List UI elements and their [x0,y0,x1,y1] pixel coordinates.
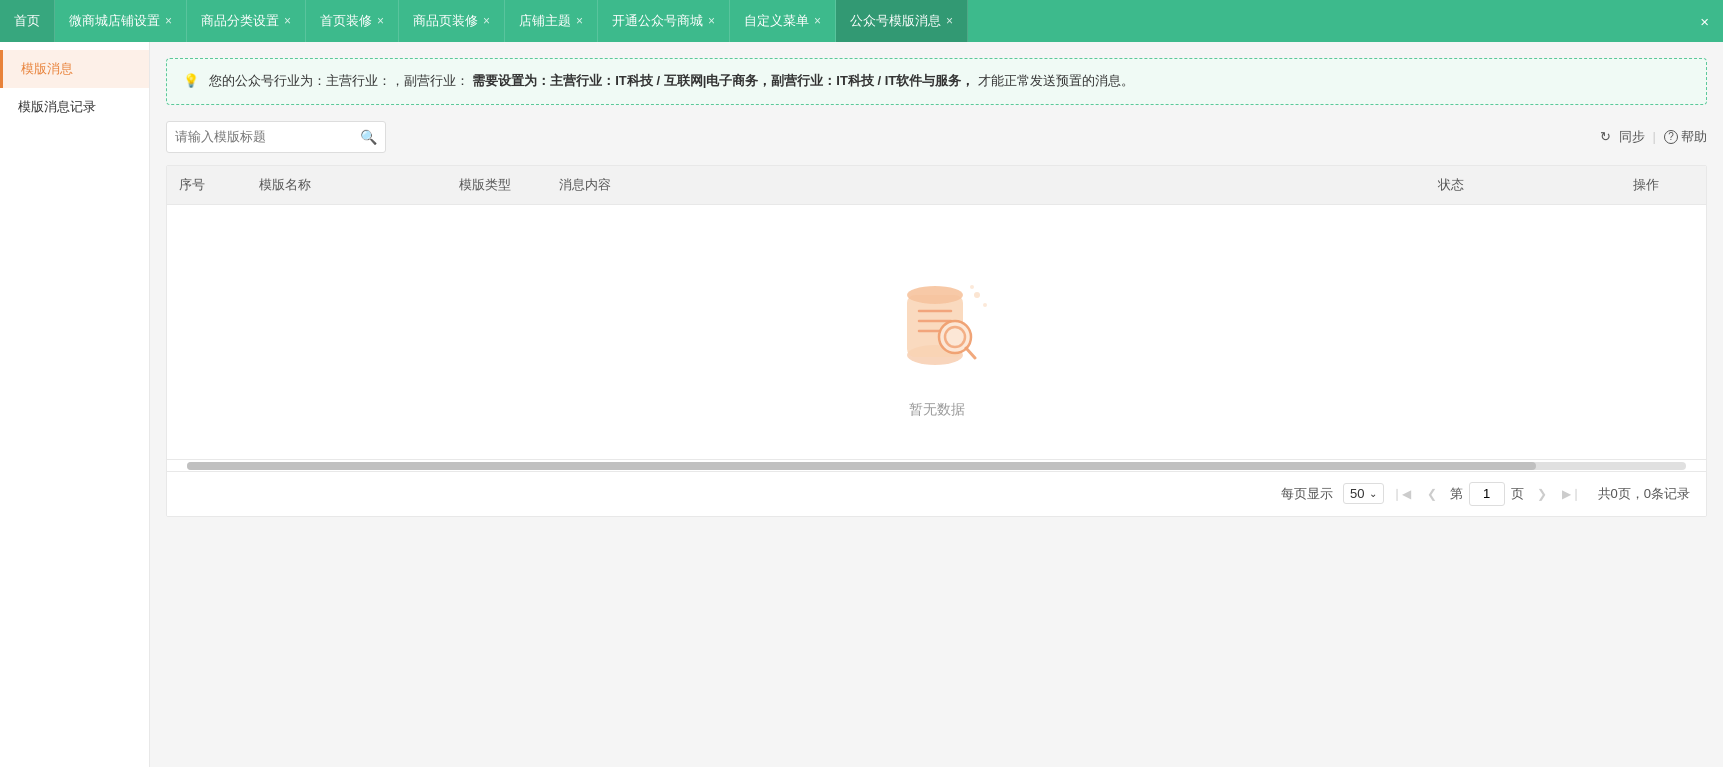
first-page-button[interactable]: ❘◀ [1390,482,1414,506]
svg-point-10 [983,303,987,307]
sidebar-item-template-records[interactable]: 模版消息记录 [0,88,149,126]
svg-point-2 [907,286,963,304]
sidebar-item-template-msg-label: 模版消息 [21,61,73,76]
nav-tab-template-msg[interactable]: 公众号模版消息 × [836,0,968,42]
nav-tab-home[interactable]: 首页 [0,0,55,42]
th-seq: 序号 [167,166,247,204]
pagination: 每页显示 50 ⌄ ❘◀ ❮ 第 页 ❯ ▶❘ 共0页，0条记录 [167,471,1706,516]
sync-label[interactable]: 同步 [1619,128,1645,146]
content-area: 💡 您的公众号行业为：主营行业：，副营行业： 需要设置为：主营行业：IT科技 /… [150,42,1723,767]
page-size-value: 50 [1350,486,1364,501]
nav-tab-homepage-deco-label: 首页装修 [320,12,372,30]
th-content: 消息内容 [547,166,1426,204]
nav-tab-product-cat-label: 商品分类设置 [201,12,279,30]
help-link[interactable]: ? 帮助 [1664,128,1707,146]
th-status: 状态 [1426,166,1586,204]
sidebar-item-template-records-label: 模版消息记录 [18,99,96,114]
page-size-chevron-icon: ⌄ [1369,488,1377,499]
help-circle-icon: ? [1664,130,1678,144]
sidebar: 模版消息 模版消息记录 [0,42,150,767]
close-wechat-shop-icon[interactable]: × [165,14,172,28]
search-icon[interactable]: 🔍 [360,129,377,145]
next-page-button[interactable]: ❯ [1530,482,1554,506]
nav-tab-product-cat[interactable]: 商品分类设置 × [187,0,306,42]
close-all-button[interactable]: × [1686,0,1723,42]
th-action: 操作 [1586,166,1706,204]
nav-tab-open-mall-label: 开通公众号商城 [612,12,703,30]
notice-text-suffix: 才能正常发送预置的消息。 [978,73,1134,88]
notice-text-prefix: 您的公众号行业为：主营行业：，副营行业： [209,73,469,88]
empty-text: 暂无数据 [909,401,965,419]
nav-tab-shop-theme[interactable]: 店铺主题 × [505,0,598,42]
top-navigation: 首页 微商城店铺设置 × 商品分类设置 × 首页装修 × 商品页装修 × 店铺主… [0,0,1723,42]
nav-tab-shop-theme-label: 店铺主题 [519,12,571,30]
prev-page-button[interactable]: ❮ [1420,482,1444,506]
horizontal-scrollbar[interactable] [167,459,1706,471]
close-template-msg-icon[interactable]: × [946,14,953,28]
main-layout: 模版消息 模版消息记录 💡 您的公众号行业为：主营行业：，副营行业： 需要设置为… [0,42,1723,767]
scrollbar-thumb[interactable] [187,462,1536,470]
th-name: 模版名称 [247,166,447,204]
page-size-select[interactable]: 50 ⌄ [1343,483,1383,504]
close-all-icon: × [1700,13,1709,30]
table-header: 序号 模版名称 模版类型 消息内容 状态 操作 [167,166,1706,205]
close-custom-menu-icon[interactable]: × [814,14,821,28]
nav-tab-product-deco[interactable]: 商品页装修 × [399,0,505,42]
divider: | [1653,129,1656,144]
notice-highlight: 需要设置为：主营行业：IT科技 / 互联网|电子商务，副营行业：IT科技 / I… [472,73,974,88]
close-product-cat-icon[interactable]: × [284,14,291,28]
svg-point-9 [974,292,980,298]
nav-tab-product-deco-label: 商品页装修 [413,12,478,30]
nav-tab-wechat-shop-label: 微商城店铺设置 [69,12,160,30]
current-page-input[interactable] [1469,482,1505,506]
nav-tab-open-mall[interactable]: 开通公众号商城 × [598,0,730,42]
notice-icon: 💡 [183,73,199,88]
notice-box: 💡 您的公众号行业为：主营行业：，副营行业： 需要设置为：主营行业：IT科技 /… [166,58,1707,105]
help-label[interactable]: 帮助 [1681,128,1707,146]
page-word: 第 [1450,485,1463,503]
empty-state: 暂无数据 [167,205,1706,459]
nav-tab-home-label: 首页 [14,12,40,30]
search-input-wrap[interactable]: 🔍 [166,121,386,153]
page-label: 页 [1511,485,1524,503]
svg-line-8 [966,348,975,358]
close-shop-theme-icon[interactable]: × [576,14,583,28]
scrollbar-track [187,462,1686,470]
search-bar: 🔍 ↻ 同步 | ? 帮助 [166,121,1707,153]
close-open-mall-icon[interactable]: × [708,14,715,28]
total-label: 共0页，0条记录 [1598,485,1690,503]
close-homepage-deco-icon[interactable]: × [377,14,384,28]
svg-point-11 [970,285,974,289]
search-actions: ↻ 同步 | ? 帮助 [1600,128,1707,146]
sidebar-item-template-msg[interactable]: 模版消息 [0,50,149,88]
nav-tab-custom-menu-label: 自定义菜单 [744,12,809,30]
nav-tab-wechat-shop[interactable]: 微商城店铺设置 × [55,0,187,42]
data-table: 序号 模版名称 模版类型 消息内容 状态 操作 [166,165,1707,517]
empty-illustration [877,265,997,385]
last-page-button[interactable]: ▶❘ [1560,482,1584,506]
nav-tab-template-msg-label: 公众号模版消息 [850,12,941,30]
sync-icon[interactable]: ↻ [1600,129,1611,144]
page-size-label: 每页显示 [1281,485,1333,503]
nav-tab-custom-menu[interactable]: 自定义菜单 × [730,0,836,42]
nav-tab-homepage-deco[interactable]: 首页装修 × [306,0,399,42]
search-input[interactable] [175,129,360,144]
close-product-deco-icon[interactable]: × [483,14,490,28]
th-type: 模版类型 [447,166,547,204]
